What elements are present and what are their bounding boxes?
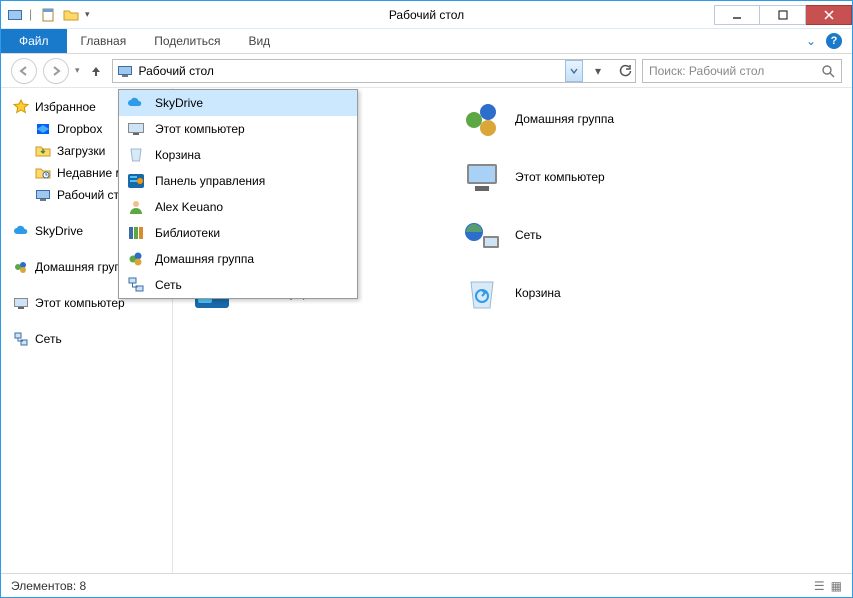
dropdown-label: Alex Keuano: [155, 200, 223, 214]
libraries-icon: [127, 224, 145, 242]
dropdown-label: Домашняя группа: [155, 252, 254, 266]
dropdown-label: Панель управления: [155, 174, 265, 188]
status-text: Элементов: 8: [11, 579, 86, 593]
dropdown-label: Корзина: [155, 148, 201, 162]
dropdown-item-homegroup[interactable]: Домашняя группа: [119, 246, 357, 272]
control-panel-icon: [127, 172, 145, 190]
dropdown-label: Сеть: [155, 278, 182, 292]
dropbox-icon: [35, 121, 51, 137]
address-text: Рабочий стол: [139, 64, 559, 78]
item-network[interactable]: Сеть: [461, 214, 711, 256]
dropdown-item-recycle[interactable]: Корзина: [119, 142, 357, 168]
forward-button[interactable]: [43, 58, 69, 84]
search-icon: [821, 64, 835, 78]
ribbon-file-tab[interactable]: Файл: [1, 29, 67, 53]
skydrive-icon: [127, 94, 145, 112]
ribbon: Файл Главная Поделиться Вид ⌄ ?: [1, 29, 852, 54]
qat-dropdown-icon[interactable]: ▾: [85, 9, 90, 20]
network-icon: [127, 276, 145, 294]
dropdown-item-network[interactable]: Сеть: [119, 272, 357, 298]
user-icon: [127, 198, 145, 216]
nav-label: Избранное: [35, 100, 96, 114]
search-box[interactable]: Поиск: Рабочий стол: [642, 59, 842, 83]
app-icon: [7, 7, 23, 23]
up-button[interactable]: [86, 61, 106, 81]
computer-icon: [13, 295, 29, 311]
desktop-icon: [117, 63, 133, 79]
skydrive-icon: [13, 223, 29, 239]
view-icons-button[interactable]: ▦: [831, 579, 842, 593]
homegroup-icon: [461, 98, 503, 140]
nav-label: Сеть: [35, 332, 62, 346]
search-placeholder: Поиск: Рабочий стол: [649, 64, 821, 78]
divider-icon: |: [29, 7, 35, 23]
view-details-button[interactable]: ☰: [814, 579, 825, 593]
item-homegroup[interactable]: Домашняя группа: [461, 98, 711, 140]
history-dropdown-icon[interactable]: ▾: [75, 65, 80, 76]
title-bar: | ▾ Рабочий стол: [1, 1, 852, 29]
downloads-icon: [35, 143, 51, 159]
qat-properties-icon[interactable]: [41, 7, 57, 23]
address-bar[interactable]: Рабочий стол ▾: [112, 59, 636, 83]
recycle-icon: [127, 146, 145, 164]
dropdown-item-computer[interactable]: Этот компьютер: [119, 116, 357, 142]
item-computer[interactable]: Этот компьютер: [461, 156, 711, 198]
minimize-button[interactable]: [714, 5, 760, 25]
nav-label: Рабочий ст: [57, 188, 119, 202]
dropdown-item-user[interactable]: Alex Keuano: [119, 194, 357, 220]
network-icon: [13, 331, 29, 347]
refresh-button[interactable]: [613, 60, 635, 82]
item-label: Корзина: [515, 286, 561, 300]
dropdown-label: Библиотеки: [155, 226, 220, 240]
nav-label: Недавние м: [57, 166, 124, 180]
dropdown-item-control-panel[interactable]: Панель управления: [119, 168, 357, 194]
dropdown-item-libraries[interactable]: Библиотеки: [119, 220, 357, 246]
maximize-button[interactable]: [760, 5, 806, 25]
nav-label: SkyDrive: [35, 224, 83, 238]
ribbon-tab-home[interactable]: Главная: [67, 29, 141, 53]
recycle-icon: [461, 272, 503, 314]
item-recycle[interactable]: Корзина: [461, 272, 711, 314]
item-label: Сеть: [515, 228, 542, 242]
ribbon-tab-share[interactable]: Поделиться: [140, 29, 234, 53]
item-label: Этот компьютер: [515, 170, 605, 184]
item-label: Домашняя группа: [515, 112, 614, 126]
qat-folder-icon[interactable]: [63, 7, 79, 23]
back-button[interactable]: [11, 58, 37, 84]
address-row: ▾ Рабочий стол ▾ Поиск: Рабочий стол: [1, 54, 852, 88]
dropdown-item-skydrive[interactable]: SkyDrive: [119, 90, 357, 116]
dropdown-label: Этот компьютер: [155, 122, 245, 136]
homegroup-icon: [127, 250, 145, 268]
help-icon[interactable]: ?: [826, 33, 842, 49]
nav-label: Загрузки: [57, 144, 105, 158]
close-button[interactable]: [806, 5, 852, 25]
homegroup-icon: [13, 259, 29, 275]
ribbon-expand-icon[interactable]: ⌄: [806, 34, 816, 48]
status-bar: Элементов: 8 ☰ ▦: [1, 573, 852, 597]
address-dropdown: SkyDrive Этот компьютер Корзина Панель у…: [118, 89, 358, 299]
nav-label: Этот компьютер: [35, 296, 125, 310]
ribbon-tab-view[interactable]: Вид: [234, 29, 284, 53]
network-icon: [461, 214, 503, 256]
recent-icon: [35, 165, 51, 181]
computer-icon: [127, 120, 145, 138]
computer-icon: [461, 156, 503, 198]
address-history-icon[interactable]: ▾: [589, 64, 607, 78]
address-dropdown-button[interactable]: [565, 60, 583, 82]
nav-network[interactable]: Сеть: [5, 328, 168, 350]
nav-label: Dropbox: [57, 122, 102, 136]
desktop-icon: [35, 187, 51, 203]
dropdown-label: SkyDrive: [155, 96, 203, 110]
star-icon: [13, 99, 29, 115]
